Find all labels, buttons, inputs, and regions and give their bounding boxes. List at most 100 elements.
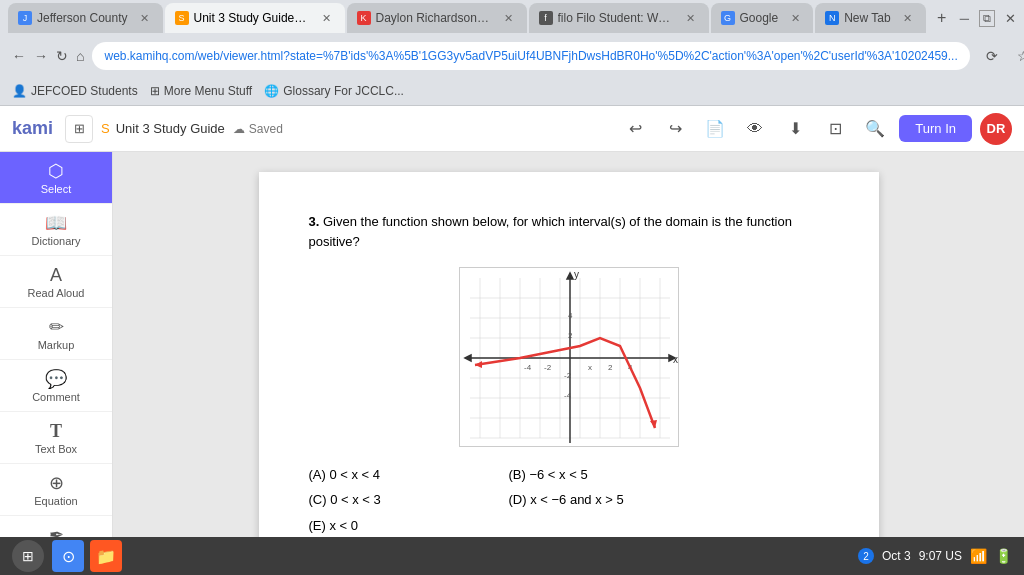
tab-close-icon[interactable]: ✕ xyxy=(683,10,699,26)
function-line xyxy=(475,338,655,428)
taskbar-time: 9:07 US xyxy=(919,549,962,563)
globe-icon: 🌐 xyxy=(264,84,279,98)
back-button[interactable]: ← xyxy=(12,42,26,70)
tab-title: Daylon Richardson - U... xyxy=(376,11,492,25)
saved-status: ☁ Saved xyxy=(233,122,283,136)
document-viewer-icon[interactable]: 📄 xyxy=(699,113,731,145)
bookmark-jefcoed[interactable]: 👤 JEFCOED Students xyxy=(12,84,138,98)
tab-close-icon[interactable]: ✕ xyxy=(137,10,153,26)
document-page: 3. Given the function shown below, for w… xyxy=(259,172,879,575)
svg-text:4: 4 xyxy=(568,311,573,320)
cloud-icon: ☁ xyxy=(233,122,245,136)
download-icon[interactable]: ⬇ xyxy=(779,113,811,145)
graph-container: x y 2 4 x -4 -2 2 4 -2 -4 xyxy=(309,267,829,447)
x-axis-label: x xyxy=(673,354,678,365)
notification-badge[interactable]: 2 xyxy=(858,548,874,564)
bookmark-icon: 👤 xyxy=(12,84,27,98)
avatar[interactable]: DR xyxy=(980,113,1012,145)
tab-close-icon[interactable]: ✕ xyxy=(501,10,517,26)
share-icon[interactable]: ⊡ xyxy=(819,113,851,145)
svg-text:-2: -2 xyxy=(564,371,572,380)
y-axis-label: y xyxy=(574,269,579,280)
taskbar-date: Oct 3 xyxy=(882,549,911,563)
tab-daylon[interactable]: K Daylon Richardson - U... ✕ xyxy=(347,3,527,33)
tab-close-icon[interactable]: ✕ xyxy=(900,10,916,26)
answer-row-2: (C) 0 < x < 3 (D) x < −6 and x > 5 xyxy=(309,488,829,511)
svg-marker-32 xyxy=(465,355,471,361)
tab-close-icon[interactable]: ✕ xyxy=(787,10,803,26)
doc-type-icon: S xyxy=(101,121,110,136)
star-icon[interactable]: ☆ xyxy=(1010,42,1024,70)
markup-icon: ✏ xyxy=(49,318,64,336)
svg-text:2: 2 xyxy=(568,331,573,340)
tab-google[interactable]: G Google ✕ xyxy=(711,3,814,33)
sidebar-item-dictionary[interactable]: 📖 Dictionary xyxy=(0,204,112,256)
sidebar-label-dictionary: Dictionary xyxy=(32,235,81,247)
chrome-icon: ⊙ xyxy=(62,547,75,566)
undo-button[interactable]: ↩ xyxy=(619,113,651,145)
search-icon[interactable]: 🔍 xyxy=(859,113,891,145)
windows-icon: ⊞ xyxy=(22,548,34,564)
sidebar-label-markup: Markup xyxy=(38,339,75,351)
sidebar-label-read-aloud: Read Aloud xyxy=(28,287,85,299)
taskbar-files-icon[interactable]: 📁 xyxy=(90,540,122,572)
sidebar-item-select[interactable]: ⬡ Select xyxy=(0,152,112,204)
tab-title: Unit 3 Study Guide | S... xyxy=(194,11,310,25)
x-axis-left-arrow xyxy=(465,355,471,361)
saved-label: Saved xyxy=(249,122,283,136)
kami-logo: kami xyxy=(12,118,53,139)
bookmark-more-menu[interactable]: ⊞ More Menu Stuff xyxy=(150,84,253,98)
tab-jefferson-county[interactable]: J Jefferson County ✕ xyxy=(8,3,163,33)
cast-icon[interactable]: ⟳ xyxy=(978,42,1006,70)
tab-favicon: G xyxy=(721,11,735,25)
eye-icon[interactable]: 👁 xyxy=(739,113,771,145)
kami-right-controls: ↩ ↪ 📄 👁 ⬇ ⊡ 🔍 Turn In DR xyxy=(619,113,1012,145)
question-number: 3. xyxy=(309,214,320,229)
taskbar-chrome-icon[interactable]: ⊙ xyxy=(52,540,84,572)
tab-filo[interactable]: f filo Filo Student: World's ✕ xyxy=(529,3,709,33)
tab-new-tab[interactable]: N New Tab ✕ xyxy=(815,3,925,33)
turn-in-button[interactable]: Turn In xyxy=(899,115,972,142)
answer-row-3: (E) x < 0 xyxy=(309,514,829,537)
doc-icon-symbol: ⊞ xyxy=(74,121,85,136)
browser-toolbar-icons: ⟳ ☆ ⊞ 👤 ⋮ xyxy=(978,42,1024,70)
sidebar-item-text-box[interactable]: T Text Box xyxy=(0,412,112,464)
tab-favicon: S xyxy=(175,11,189,25)
svg-text:2: 2 xyxy=(608,363,613,372)
tab-study-guide[interactable]: S Unit 3 Study Guide | S... ✕ xyxy=(165,3,345,33)
taskbar-right: 2 Oct 3 9:07 US 📶 🔋 xyxy=(858,548,1012,564)
start-button[interactable]: ⊞ xyxy=(12,540,44,572)
close-window-icon[interactable]: ✕ xyxy=(1005,11,1016,26)
forward-button[interactable]: → xyxy=(34,42,48,70)
bookmark-label: JEFCOED Students xyxy=(31,84,138,98)
tab-close-icon[interactable]: ✕ xyxy=(319,10,335,26)
select-icon: ⬡ xyxy=(48,162,64,180)
svg-marker-21 xyxy=(567,273,573,279)
bookmark-label: Glossary For JCCLC... xyxy=(283,84,404,98)
address-input[interactable]: web.kamihq.com/web/viewer.html?state=%7B… xyxy=(92,42,969,70)
sidebar-item-comment[interactable]: 💬 Comment xyxy=(0,360,112,412)
tab-favicon: N xyxy=(825,11,839,25)
function-arrow-left xyxy=(475,361,482,368)
battery-icon: 🔋 xyxy=(995,548,1012,564)
answer-choice-b: (B) −6 < x < 5 xyxy=(509,463,629,486)
sidebar-item-equation[interactable]: ⊕ Equation xyxy=(0,464,112,516)
bookmark-glossary[interactable]: 🌐 Glossary For JCCLC... xyxy=(264,84,404,98)
minimize-icon[interactable]: ─ xyxy=(960,11,969,26)
svg-text:-2: -2 xyxy=(544,363,552,372)
document-icon[interactable]: ⊞ xyxy=(65,115,93,143)
new-tab-button[interactable]: + xyxy=(928,4,956,32)
browser-chrome: J Jefferson County ✕ S Unit 3 Study Guid… xyxy=(0,0,1024,106)
answer-row-1: (A) 0 < x < 4 (B) −6 < x < 5 xyxy=(309,463,829,486)
sidebar-item-markup[interactable]: ✏ Markup xyxy=(0,308,112,360)
doc-title-text: Unit 3 Study Guide xyxy=(116,121,225,136)
reload-button[interactable]: ↻ xyxy=(56,42,68,70)
sidebar-item-read-aloud[interactable]: A Read Aloud xyxy=(0,256,112,308)
restore-icon[interactable]: ⧉ xyxy=(979,10,995,27)
address-text: web.kamihq.com/web/viewer.html?state=%7B… xyxy=(104,49,957,63)
home-button[interactable]: ⌂ xyxy=(76,42,84,70)
redo-button[interactable]: ↪ xyxy=(659,113,691,145)
apps-icon: ⊞ xyxy=(150,84,160,98)
tab-favicon: f xyxy=(539,11,553,25)
answer-choice-a: (A) 0 < x < 4 xyxy=(309,463,429,486)
